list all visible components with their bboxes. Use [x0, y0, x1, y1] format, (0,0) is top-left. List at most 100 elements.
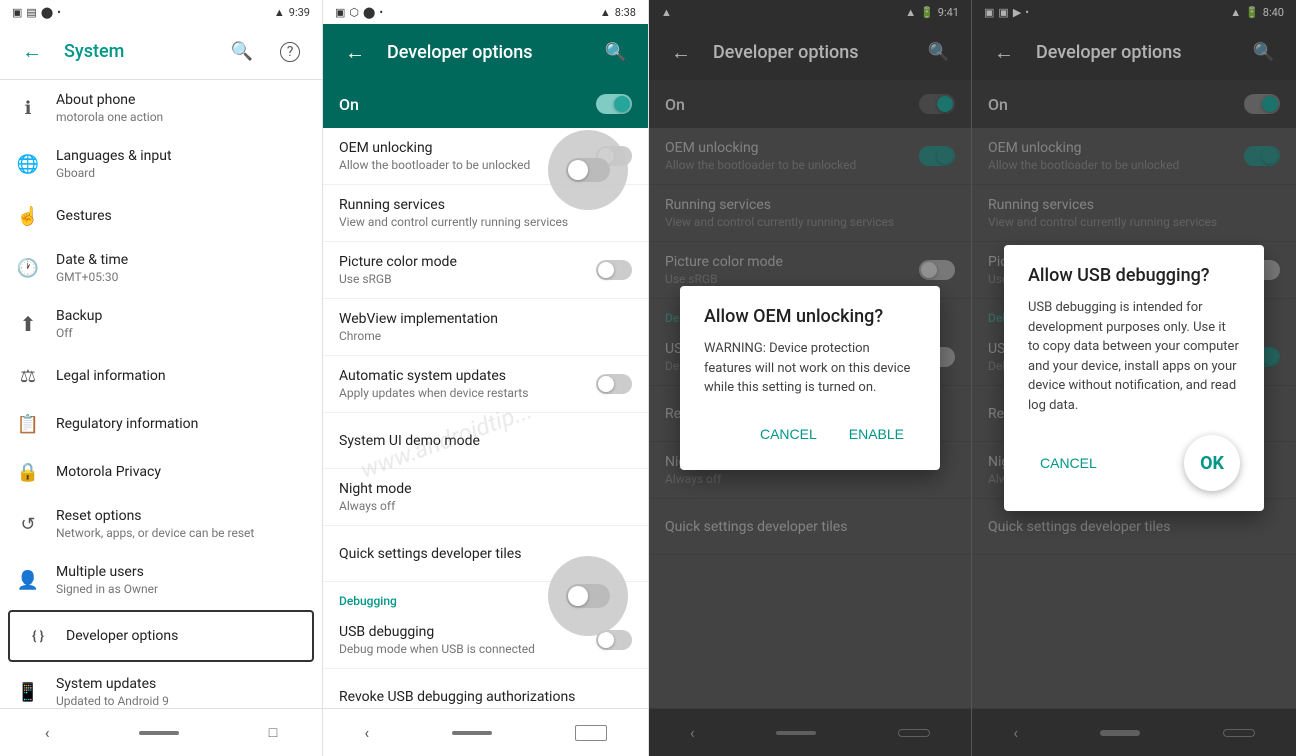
oem-dialog-body: WARNING: Device protection features will…	[704, 339, 916, 398]
sidebar-item-about-phone[interactable]: ℹ About phone motorola one action	[0, 80, 322, 136]
sidebar-item-backup[interactable]: ⬆ Backup Off	[0, 296, 322, 352]
webview-text-p2: WebView implementation Chrome	[339, 311, 632, 343]
panel-usb-dialog: ▣ ▣ ▶ • ▲ 🔋 8:40 ← Developer options 🔍 O…	[972, 0, 1296, 756]
auto-text-p2: Automatic system updates Apply updates w…	[339, 368, 596, 400]
sidebar-item-regulatory[interactable]: 📋 Regulatory information	[0, 400, 322, 448]
header-panel1: ← System 🔍 ?	[0, 24, 322, 80]
on-toggle-panel2[interactable]	[596, 94, 632, 114]
users-icon: 👤	[16, 568, 40, 592]
sidebar-text-about: About phone motorola one action	[56, 92, 163, 124]
on-bar-panel2: On	[323, 80, 648, 128]
search-button-panel2[interactable]: 🔍	[600, 36, 632, 68]
recents-nav-icon[interactable]: □	[269, 724, 277, 741]
bottom-nav-panel1: ‹ □	[0, 708, 322, 756]
usb-toggle-inner	[566, 584, 610, 608]
home-nav[interactable]	[139, 731, 179, 735]
dot-icon: •	[57, 6, 61, 19]
night-text-p2: Night mode Always off	[339, 481, 632, 513]
status-right-panel1: ▲ 9:39	[274, 6, 310, 19]
privacy-icon2: 🔒	[16, 460, 40, 484]
picture-toggle-knob-p2	[598, 262, 614, 278]
developer-icon: { }	[26, 624, 50, 648]
time-panel2: 8:38	[615, 6, 636, 19]
oem-dialog-actions: Cancel Enable	[704, 418, 916, 450]
sidebar-text-system-updates: System updates Updated to Android 9	[56, 676, 169, 708]
sidebar-text-languages: Languages & input Gboard	[56, 148, 172, 180]
oem-dialog-overlay: Allow OEM unlocking? WARNING: Device pro…	[649, 0, 971, 756]
sidebar-text-developer: Developer options	[66, 628, 178, 644]
sidebar-text-datetime: Date & time GMT+05:30	[56, 252, 128, 284]
search-button-panel1[interactable]: 🔍	[226, 36, 258, 68]
gestures-icon: ☝	[16, 204, 40, 228]
back-nav-icon[interactable]: ‹	[45, 723, 50, 742]
usb-cancel-button[interactable]: Cancel	[1028, 447, 1109, 479]
sidebar-text-privacy: Motorola Privacy	[56, 464, 161, 480]
help-button-panel1[interactable]: ?	[274, 36, 306, 68]
sidebar-item-languages[interactable]: 🌐 Languages & input Gboard	[0, 136, 322, 192]
usb-dialog-actions: Cancel OK	[1028, 435, 1240, 491]
webview-item-p2[interactable]: WebView implementation Chrome	[323, 299, 648, 356]
revoke-text-p2: Revoke USB debugging authorizations	[339, 689, 632, 705]
legal-icon: ⚖	[16, 364, 40, 388]
night-mode-item-p2[interactable]: Night mode Always off	[323, 469, 648, 526]
status-icons-left: ▣ ▤ ⬤ •	[12, 6, 61, 19]
oem-toggle-inner	[566, 158, 610, 182]
ok-circle-button[interactable]: OK	[1184, 435, 1240, 491]
page-title-panel1: System	[64, 41, 210, 62]
sidebar-item-legal[interactable]: ⚖ Legal information	[0, 352, 322, 400]
on-label-panel2: On	[339, 95, 359, 114]
lock-icon-p2: ⬤	[363, 6, 375, 19]
bottom-nav-panel2: ‹	[323, 708, 648, 756]
ui-demo-text-p2: System UI demo mode	[339, 433, 632, 449]
sidebar-item-system-updates[interactable]: 📱 System updates Updated to Android 9	[0, 664, 322, 708]
sidebar-text-gestures: Gestures	[56, 208, 112, 224]
header-panel2: ← Developer options 🔍	[323, 24, 648, 80]
oem-toggle-knob-large	[568, 160, 588, 180]
sidebar-item-developer[interactable]: { } Developer options	[8, 610, 314, 662]
sidebar-item-reset[interactable]: ↺ Reset options Network, apps, or device…	[0, 496, 322, 552]
status-icons-left-p2: ▣ ⬡ ⬤ •	[335, 6, 383, 19]
sidebar-text-legal: Legal information	[56, 368, 166, 384]
auto-toggle-p2[interactable]	[596, 374, 632, 394]
sidebar-item-users[interactable]: 👤 Multiple users Signed in as Owner	[0, 552, 322, 608]
recents-nav-p2[interactable]	[575, 725, 607, 741]
panel-developer-options: ▣ ⬡ ⬤ • ▲ 8:38 ← Developer options 🔍 On …	[323, 0, 649, 756]
time-panel1: 9:39	[289, 6, 310, 19]
auto-updates-item-p2[interactable]: Automatic system updates Apply updates w…	[323, 356, 648, 413]
sidebar-item-gestures[interactable]: ☝ Gestures	[0, 192, 322, 240]
home-nav-p2[interactable]	[452, 731, 492, 735]
auto-toggle-knob-p2	[598, 376, 614, 392]
backup-icon: ⬆	[16, 312, 40, 336]
sidebar-text-reset: Reset options Network, apps, or device c…	[56, 508, 254, 540]
picture-text-p2: Picture color mode Use sRGB	[339, 254, 596, 286]
reset-icon: ↺	[16, 512, 40, 536]
notification-icon2: ▤	[26, 6, 36, 19]
picture-color-item-p2[interactable]: Picture color mode Use sRGB	[323, 242, 648, 299]
page-title-panel2: Developer options	[387, 42, 584, 63]
usb-toggle-highlight	[548, 556, 628, 636]
status-bar-panel1: ▣ ▤ ⬤ • ▲ 9:39	[0, 0, 322, 24]
sidebar-text-backup: Backup Off	[56, 308, 102, 340]
oem-dialog: Allow OEM unlocking? WARNING: Device pro…	[680, 286, 940, 470]
ok-label: OK	[1200, 453, 1224, 474]
usb-toggle-knob-large	[568, 586, 588, 606]
back-nav-p2[interactable]: ‹	[364, 723, 369, 742]
dot-p2: •	[379, 6, 383, 19]
toggle-knob-on-p2	[614, 96, 630, 112]
oem-cancel-button[interactable]: Cancel	[748, 418, 829, 450]
revoke-usb-item-p2[interactable]: Revoke USB debugging authorizations	[323, 669, 648, 708]
status-right-p2: ▲ 8:38	[600, 6, 636, 19]
sidebar-item-datetime[interactable]: 🕐 Date & time GMT+05:30	[0, 240, 322, 296]
usb-text-p2: USB debugging Debug mode when USB is con…	[339, 624, 596, 656]
notification-icon: ▣	[12, 6, 22, 19]
picture-toggle-p2[interactable]	[596, 260, 632, 280]
sidebar-item-privacy[interactable]: 🔒 Motorola Privacy	[0, 448, 322, 496]
back-button-panel2[interactable]: ←	[339, 36, 371, 68]
about-icon: ℹ	[16, 96, 40, 120]
oem-enable-button[interactable]: Enable	[837, 418, 916, 450]
ui-demo-item-p2[interactable]: System UI demo mode	[323, 413, 648, 469]
back-button-panel1[interactable]: ←	[16, 36, 48, 68]
notif2-icon-p2: ⬡	[349, 6, 359, 19]
wifi-p2: ▲	[600, 6, 611, 19]
usb-toggle-knob-p2	[598, 632, 614, 648]
